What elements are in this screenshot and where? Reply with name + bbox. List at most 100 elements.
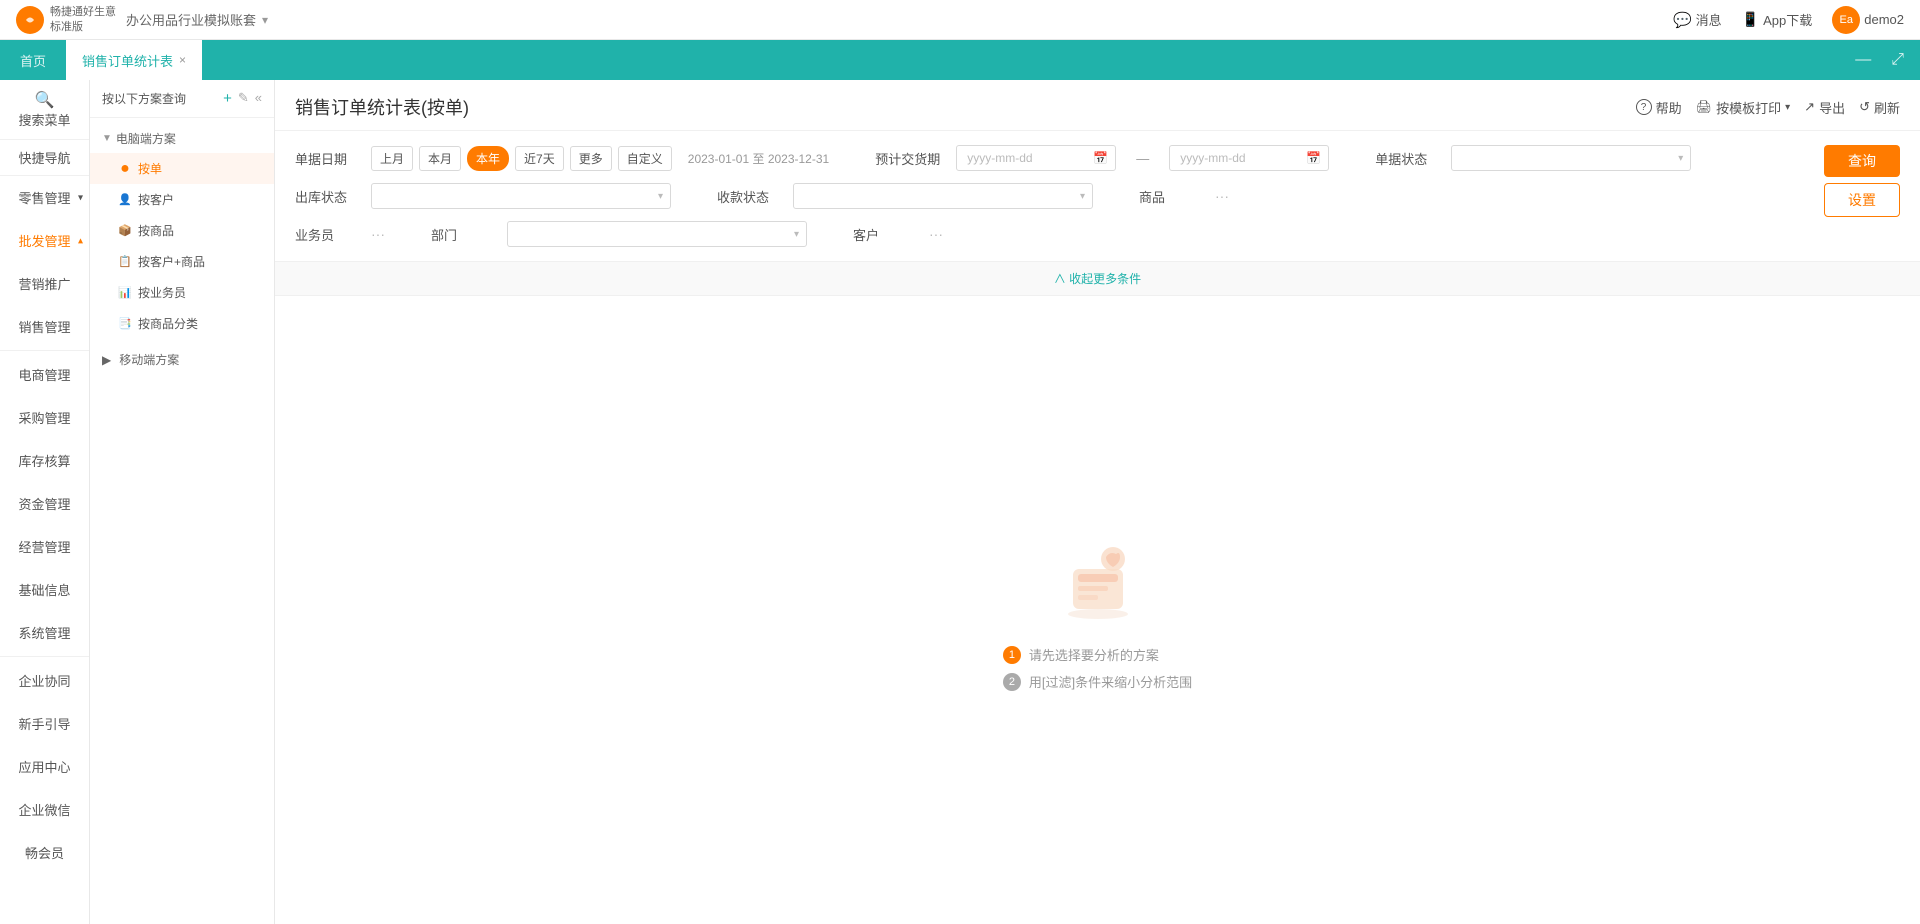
add-scheme-button[interactable]: + <box>223 90 232 107</box>
scheme-salesperson[interactable]: 📊 按业务员 <box>90 277 274 308</box>
calendar-icon-2: 📅 <box>1306 151 1321 165</box>
sidebar-item-apps[interactable]: 应用中心 <box>0 745 89 788</box>
sidebar-item-inventory[interactable]: 库存核算 <box>0 439 89 482</box>
date-btn-custom[interactable]: 自定义 <box>618 146 672 171</box>
scheme-product-category-icon: 📑 <box>118 317 132 331</box>
top-bar: 畅捷通好生意 标准版 办公用品行业模拟账套 ▾ 💬 消息 📱 App下载 Ea … <box>0 0 1920 40</box>
status-filter-label: 单据状态 <box>1375 149 1435 168</box>
customer-filter-label: 客户 <box>853 225 913 244</box>
sidebar-item-enterprise[interactable]: 企业协同 <box>0 659 89 702</box>
sidebar-wholesale-arrow: ▴ <box>78 235 83 246</box>
tip-text-2: 用[过滤]条件来缩小分析范围 <box>1029 672 1192 691</box>
sidebar-item-basic[interactable]: 基础信息 <box>0 568 89 611</box>
sidebar-newuser-label: 新手引导 <box>18 714 70 733</box>
customer-filter-dots[interactable]: ··· <box>929 226 943 242</box>
help-button[interactable]: ? 帮助 <box>1636 98 1682 117</box>
sidebar-item-retail[interactable]: 零售管理 ▾ <box>0 176 89 219</box>
sidebar-sales-label: 销售管理 <box>18 317 70 336</box>
tip-number-1: 1 <box>1003 646 1021 664</box>
expected-date-to-wrap: 📅 <box>1169 145 1329 171</box>
date-btn-this-year[interactable]: 本年 <box>467 146 509 171</box>
ship-status-select[interactable] <box>371 183 671 209</box>
status-select[interactable] <box>1451 145 1691 171</box>
collapse-panel-button[interactable]: « <box>255 90 262 107</box>
tab-close-icon[interactable]: × <box>179 53 186 67</box>
left-panel: 按以下方案查询 + ✎ « ▼ 电脑端方案 ● 按单 👤 按客户 📦 按商 <box>90 80 275 924</box>
avatar: Ea <box>1832 6 1860 34</box>
sidebar-operations-label: 经营管理 <box>18 537 70 556</box>
date-btn-this-month[interactable]: 本月 <box>419 146 461 171</box>
date-btn-last-month[interactable]: 上月 <box>371 146 413 171</box>
date-dash: — <box>1132 151 1153 166</box>
sidebar-item-marketing[interactable]: 营销推广 <box>0 262 89 305</box>
breadcrumb-area[interactable]: 办公用品行业模拟账套 ▾ <box>126 10 268 29</box>
product-filter-label: 商品 <box>1139 187 1199 206</box>
date-btn-more[interactable]: 更多 <box>570 146 612 171</box>
pc-schemes-caret: ▼ <box>102 133 112 144</box>
expected-date-label: 预计交货期 <box>875 149 940 168</box>
expected-date-to-input[interactable] <box>1169 145 1329 171</box>
scheme-order[interactable]: ● 按单 <box>90 153 274 184</box>
scheme-product-category[interactable]: 📑 按商品分类 <box>90 308 274 339</box>
breadcrumb-arrow-icon: ▾ <box>262 13 268 27</box>
sidebar-item-sales[interactable]: 销售管理 <box>0 305 89 348</box>
scheme-customer-product[interactable]: 📋 按客户+商品 <box>90 246 274 277</box>
user-menu[interactable]: Ea demo2 <box>1832 6 1904 34</box>
tab-home[interactable]: 首页 <box>0 40 66 80</box>
sidebar-finance-label: 资金管理 <box>18 494 70 513</box>
pc-schemes-group-title: ▼ 电脑端方案 <box>90 124 274 153</box>
expected-date-from-wrap: 📅 <box>956 145 1116 171</box>
sidebar-item-wechat[interactable]: 企业微信 <box>0 788 89 831</box>
tab-maximize-button[interactable]: ⤢ <box>1885 49 1910 71</box>
scheme-customer[interactable]: 👤 按客户 <box>90 184 274 215</box>
filter-area: 单据日期 上月 本月 本年 近7天 更多 自定义 2023-01-01 至 20… <box>275 131 1920 262</box>
date-btn-7days[interactable]: 近7天 <box>515 146 564 171</box>
setting-button[interactable]: 设置 <box>1824 183 1900 217</box>
search-button[interactable]: 查询 <box>1824 145 1900 177</box>
sidebar-item-finance[interactable]: 资金管理 <box>0 482 89 525</box>
scheme-product[interactable]: 📦 按商品 <box>90 215 274 246</box>
sidebar-quicknav-button[interactable]: 快捷导航 <box>0 140 89 176</box>
sidebar-item-operations[interactable]: 经营管理 <box>0 525 89 568</box>
sidebar-item-wholesale[interactable]: 批发管理 ▴ <box>0 219 89 262</box>
print-dropdown-icon: ▾ <box>1785 102 1790 113</box>
sidebar-purchase-label: 采购管理 <box>18 408 70 427</box>
app-download-button[interactable]: 📱 App下载 <box>1742 10 1813 29</box>
sidebar-apps-label: 应用中心 <box>18 757 70 776</box>
edit-scheme-button[interactable]: ✎ <box>238 90 249 107</box>
export-button[interactable]: ↗ 导出 <box>1804 98 1845 117</box>
logo-area: 畅捷通好生意 标准版 <box>16 5 116 34</box>
sidebar-ecommerce-label: 电商管理 <box>18 365 70 384</box>
tab-active[interactable]: 销售订单统计表 × <box>66 40 202 80</box>
tab-minimize-button[interactable]: — <box>1849 49 1877 71</box>
sidebar-item-ecommerce[interactable]: 电商管理 <box>0 353 89 396</box>
date-range-text: 2023-01-01 至 2023-12-31 <box>688 150 829 167</box>
scheme-customer-product-icon: 📋 <box>118 255 132 269</box>
sidebar-item-system[interactable]: 系统管理 <box>0 611 89 654</box>
sidebar-item-member[interactable]: 畅会员 <box>0 831 89 874</box>
pay-status-select[interactable] <box>793 183 1093 209</box>
tab-bar-actions: — ⤢ <box>1849 49 1920 71</box>
message-icon: 💬 <box>1673 11 1692 29</box>
sidebar-item-purchase[interactable]: 采购管理 <box>0 396 89 439</box>
pay-status-select-wrap: ▾ <box>793 183 1093 209</box>
salesperson-filter-dots[interactable]: ··· <box>371 226 385 242</box>
refresh-button[interactable]: ↺ 刷新 <box>1859 98 1900 117</box>
filter-actions: 查询 设置 <box>1824 145 1900 217</box>
message-button[interactable]: 💬 消息 <box>1673 10 1722 29</box>
department-select[interactable] <box>507 221 807 247</box>
scheme-customer-icon: 👤 <box>118 193 132 207</box>
sidebar-system-label: 系统管理 <box>18 623 70 642</box>
sidebar-member-label: 畅会员 <box>25 843 64 862</box>
filter-row-2: 出库状态 ▾ 收款状态 ▾ <box>295 183 1804 209</box>
collapse-bar[interactable]: ∧ 收起更多条件 <box>275 262 1920 296</box>
sidebar-item-newuser[interactable]: 新手引导 <box>0 702 89 745</box>
sidebar-search-button[interactable]: 🔍 搜索菜单 <box>0 80 89 140</box>
sidebar-retail-arrow: ▾ <box>78 192 83 203</box>
date-buttons-group: 上月 本月 本年 近7天 更多 自定义 <box>371 146 672 171</box>
print-button[interactable]: 🖨 按模板打印 ▾ <box>1696 98 1791 117</box>
product-filter-dots[interactable]: ··· <box>1215 188 1229 204</box>
expected-date-from-input[interactable] <box>956 145 1116 171</box>
left-panel-header-icons: + ✎ « <box>223 90 262 107</box>
mobile-schemes-section[interactable]: ▶ 移动端方案 <box>90 345 274 374</box>
